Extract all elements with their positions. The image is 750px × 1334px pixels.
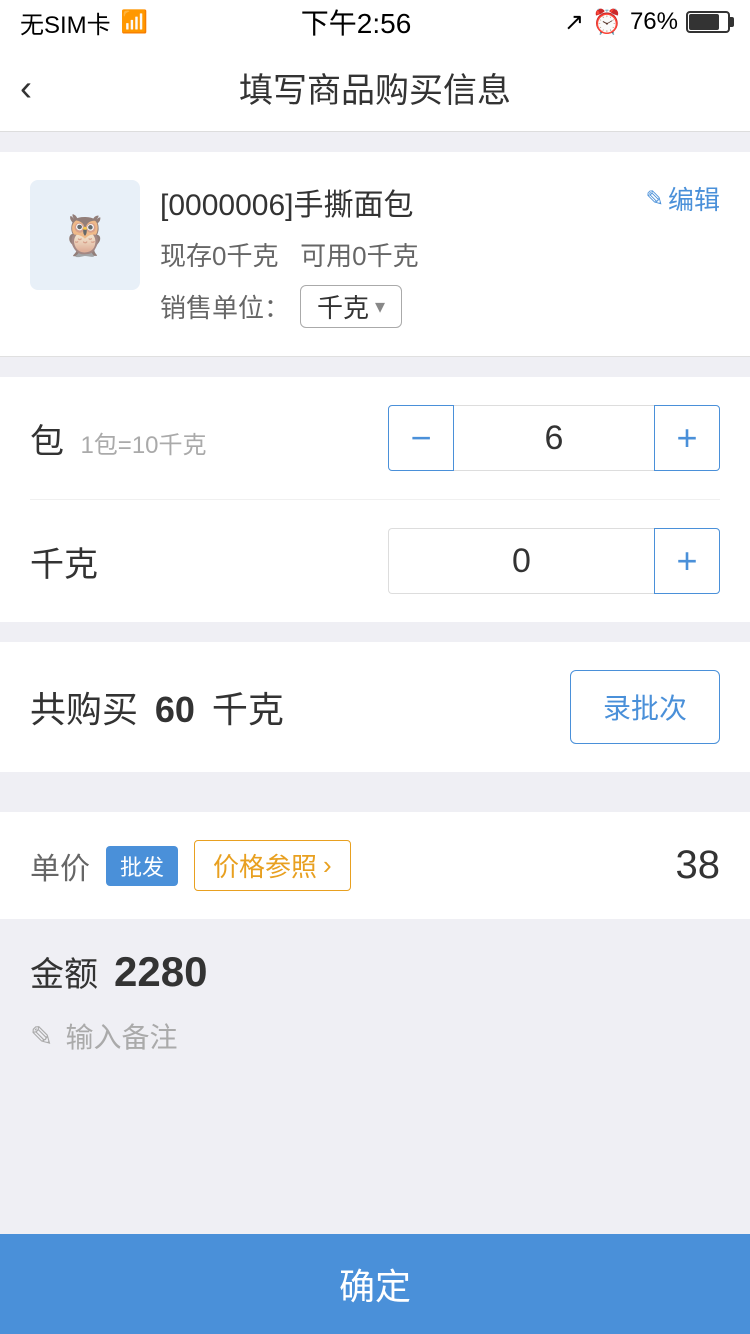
product-stock: 现存0千克 可用0千克 (160, 236, 626, 273)
unit-selector[interactable]: 千克 ▾ (300, 285, 402, 328)
product-unit: 销售单位： 千克 ▾ (160, 285, 626, 328)
price-ref-arrow: › (323, 850, 332, 881)
amount-value: 2280 (114, 948, 207, 996)
wifi-icon: 📶 (121, 9, 148, 35)
price-section: 单价 批发 价格参照 › 38 (0, 812, 750, 919)
note-icon: ✎ (30, 1020, 53, 1053)
price-reference-button[interactable]: 价格参照 › (194, 840, 351, 891)
amount-label: 金额 (30, 947, 98, 996)
section-gap-1 (0, 357, 750, 377)
note-row[interactable]: ✎ 输入备注 (30, 1016, 720, 1076)
input-row-kg: 千克 + (30, 500, 720, 622)
price-label: 单价 (30, 844, 90, 888)
summary-text: 共购买 60 千克 (30, 681, 284, 733)
product-name: [0000006]手撕面包 (160, 180, 626, 224)
price-value: 38 (676, 843, 721, 888)
note-placeholder: 输入备注 (65, 1016, 177, 1056)
input-label-bao: 包 1包=10千克 (30, 414, 207, 463)
input-label-kg: 千克 (30, 537, 98, 586)
unit-arrow: ▾ (375, 294, 385, 319)
amount-section: 金额 2280 ✎ 输入备注 (0, 919, 750, 1076)
input-controls-bao: − + (388, 405, 720, 471)
plus-button-kg[interactable]: + (654, 528, 720, 594)
battery-icon (686, 11, 730, 33)
product-card: 🦉 [0000006]手撕面包 现存0千克 可用0千克 销售单位： 千克 ▾ ✎… (0, 152, 750, 356)
input-controls-kg: + (388, 528, 720, 594)
alarm-icon: ⏰ (592, 8, 622, 37)
carrier-text: 无SIM卡 (20, 5, 111, 40)
price-row: 单价 批发 价格参照 › 38 (30, 840, 720, 891)
input-section: 包 1包=10千克 − + 千克 + (0, 377, 750, 622)
record-batch-button[interactable]: 录批次 (570, 670, 720, 744)
input-row-bao: 包 1包=10千克 − + (30, 377, 720, 500)
product-thumb-icon: 🦉 (60, 212, 110, 259)
section-gap-3 (0, 772, 750, 792)
battery-text: 76% (630, 8, 678, 36)
nav-bar: ‹ 填写商品购买信息 (0, 44, 750, 132)
product-thumbnail: 🦉 (30, 180, 140, 290)
status-carrier: 无SIM卡 📶 (20, 5, 148, 40)
amount-row: 金额 2280 (30, 947, 720, 996)
status-time: 下午2:56 (301, 2, 412, 42)
quantity-input-kg[interactable] (388, 528, 654, 594)
minus-button-bao[interactable]: − (388, 405, 454, 471)
divider-top (0, 132, 750, 152)
summary-value: 60 (155, 689, 195, 730)
confirm-button[interactable]: 确定 (0, 1234, 750, 1334)
plus-button-bao[interactable]: + (654, 405, 720, 471)
page-title: 填写商品购买信息 (239, 63, 511, 112)
location-icon: ↗ (564, 8, 584, 37)
price-type-tag: 批发 (106, 846, 178, 886)
product-info: [0000006]手撕面包 现存0千克 可用0千克 销售单位： 千克 ▾ (160, 180, 626, 328)
back-button[interactable]: ‹ (20, 67, 32, 109)
summary-section: 共购买 60 千克 录批次 (0, 642, 750, 772)
edit-button[interactable]: ✎ 编辑 (646, 180, 720, 217)
edit-icon: ✎ (646, 186, 664, 212)
section-gap-2 (0, 622, 750, 642)
status-bar: 无SIM卡 📶 下午2:56 ↗ ⏰ 76% (0, 0, 750, 44)
status-right: ↗ ⏰ 76% (564, 8, 730, 37)
quantity-input-bao[interactable] (454, 405, 654, 471)
